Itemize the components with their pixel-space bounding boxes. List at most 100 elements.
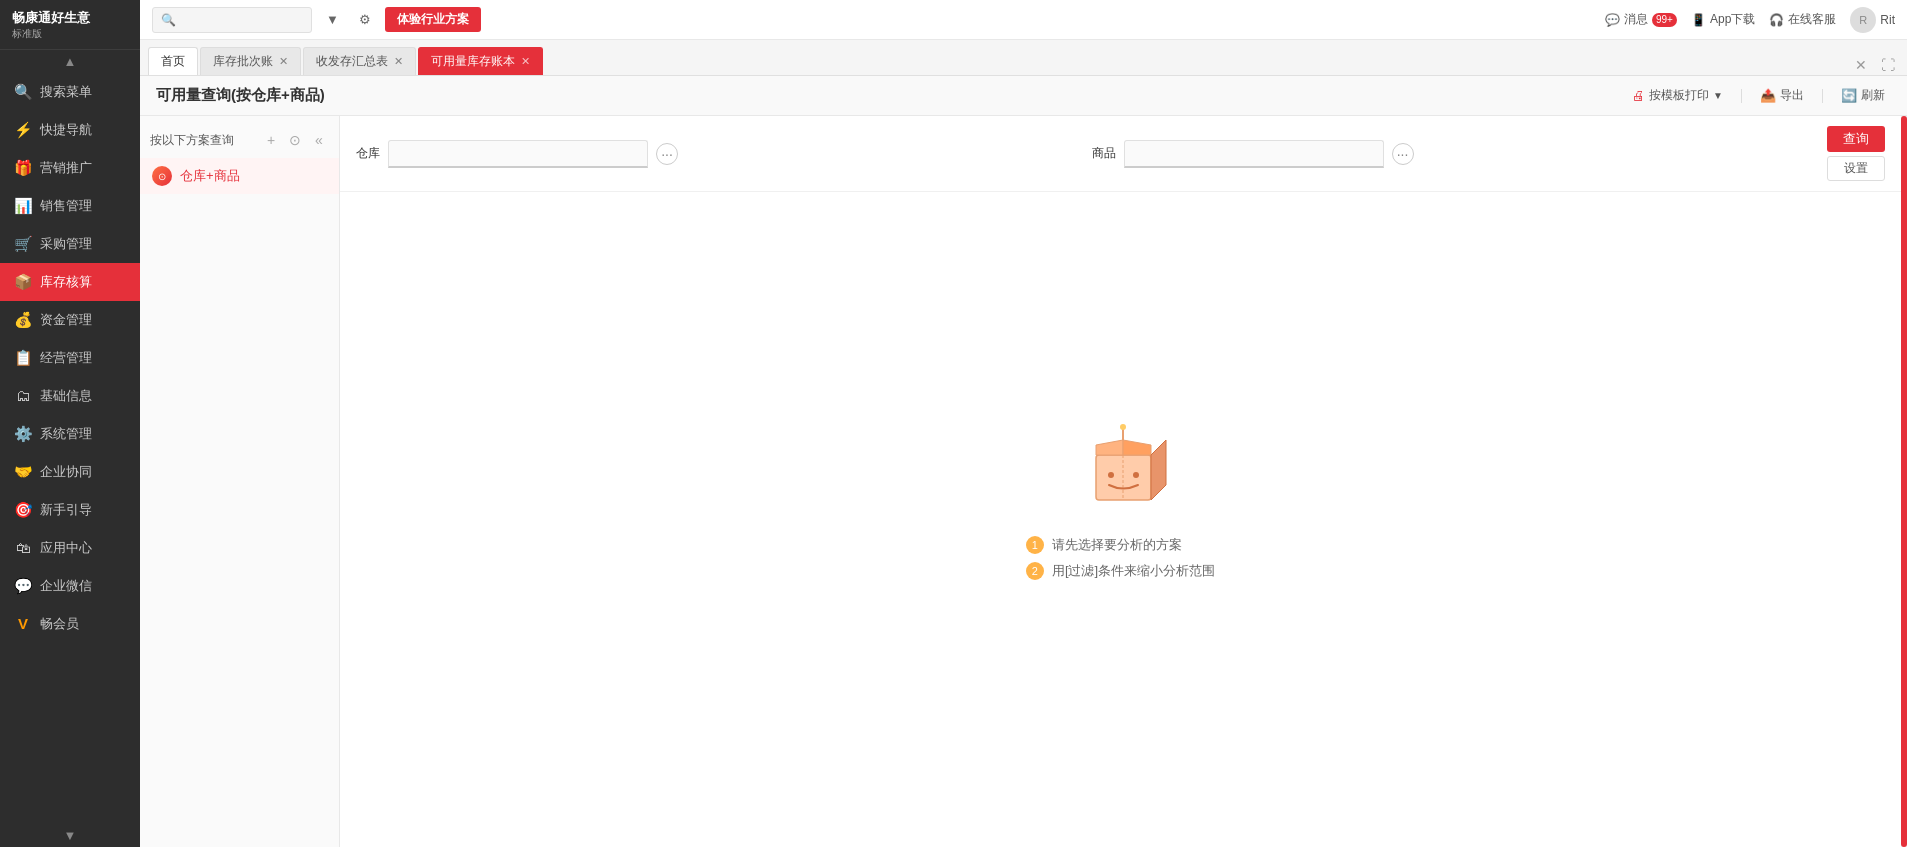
guide-icon: 🎯 bbox=[14, 501, 32, 519]
wechat-icon: 💬 bbox=[14, 577, 32, 595]
online-support-btn[interactable]: 🎧 在线客服 bbox=[1769, 11, 1836, 28]
svg-point-8 bbox=[1120, 424, 1126, 430]
tab-receive-summary[interactable]: 收发存汇总表 ✕ bbox=[303, 47, 416, 75]
scheme-panel-title: 按以下方案查询 bbox=[150, 132, 234, 149]
sidebar-label-search: 搜索菜单 bbox=[40, 83, 92, 101]
topbar: 🔍 ▼ ⚙ 体验行业方案 💬 消息 99+ 📱 App下载 🎧 在线客服 R bbox=[140, 0, 1907, 40]
sidebar-item-marketing[interactable]: 🎁 营销推广 bbox=[0, 149, 140, 187]
sidebar-scroll-up[interactable]: ▲ bbox=[0, 50, 140, 73]
tab-available-qty-close[interactable]: ✕ bbox=[521, 55, 530, 68]
tip-num-1: 1 bbox=[1026, 536, 1044, 554]
sales-icon: 📊 bbox=[14, 197, 32, 215]
print-icon: 🖨 bbox=[1632, 88, 1645, 103]
divider-1 bbox=[1741, 89, 1742, 103]
topbar-right: 💬 消息 99+ 📱 App下载 🎧 在线客服 R Rit bbox=[1605, 7, 1895, 33]
enterprise-icon: 🤝 bbox=[14, 463, 32, 481]
sidebar-label-sales: 销售管理 bbox=[40, 197, 92, 215]
refresh-btn[interactable]: 🔄 刷新 bbox=[1835, 84, 1891, 107]
app-download-label: App下载 bbox=[1710, 11, 1755, 28]
sidebar-label-marketing: 营销推广 bbox=[40, 159, 92, 177]
tab-receive-summary-close[interactable]: ✕ bbox=[394, 55, 403, 68]
sidebar-scroll-down[interactable]: ▼ bbox=[0, 824, 140, 847]
svg-point-5 bbox=[1108, 472, 1114, 478]
sidebar-item-wechat[interactable]: 💬 企业微信 bbox=[0, 567, 140, 605]
notification-label: 消息 bbox=[1624, 11, 1648, 28]
product-more-icon: ··· bbox=[1397, 146, 1409, 162]
sidebar-item-sales[interactable]: 📊 销售管理 bbox=[0, 187, 140, 225]
query-button[interactable]: 查询 bbox=[1827, 126, 1885, 152]
sidebar-label-guide: 新手引导 bbox=[40, 501, 92, 519]
scheme-item-warehouse-product[interactable]: ⊙ 仓库+商品 bbox=[140, 158, 339, 194]
sidebar-item-guide[interactable]: 🎯 新手引导 bbox=[0, 491, 140, 529]
print-btn[interactable]: 🖨 按模板打印 ▼ bbox=[1626, 84, 1729, 107]
scheme-item-label: 仓库+商品 bbox=[180, 167, 240, 185]
industry-solution-btn[interactable]: 体验行业方案 bbox=[385, 7, 481, 32]
sidebar-item-operations[interactable]: 📋 经营管理 bbox=[0, 339, 140, 377]
filter-bar: 仓库 ··· 商品 ··· 查询 设置 bbox=[340, 116, 1901, 192]
svg-marker-4 bbox=[1151, 440, 1166, 500]
operations-icon: 📋 bbox=[14, 349, 32, 367]
window-close-btn[interactable]: ✕ bbox=[1851, 55, 1871, 75]
refresh-label: 刷新 bbox=[1861, 87, 1885, 104]
tip-text-2: 用[过滤]条件来缩小分析范围 bbox=[1052, 562, 1215, 580]
sidebar-label-wechat: 企业微信 bbox=[40, 577, 92, 595]
product-more-btn[interactable]: ··· bbox=[1392, 143, 1414, 165]
scheme-settings-btn[interactable]: ⊙ bbox=[285, 130, 305, 150]
sidebar-item-system[interactable]: ⚙️ 系统管理 bbox=[0, 415, 140, 453]
tip-text-1: 请先选择要分析的方案 bbox=[1052, 536, 1182, 554]
topbar-dropdown-btn[interactable]: ▼ bbox=[320, 9, 345, 30]
column-settings-btn[interactable]: 设置 bbox=[1827, 156, 1885, 181]
divider-2 bbox=[1822, 89, 1823, 103]
sidebar-label-purchase: 采购管理 bbox=[40, 235, 92, 253]
product-filter-input[interactable] bbox=[1124, 140, 1384, 168]
scheme-collapse-btn[interactable]: « bbox=[309, 130, 329, 150]
scheme-add-btn[interactable]: + bbox=[261, 130, 281, 150]
search-bar[interactable]: 🔍 bbox=[152, 7, 312, 33]
tab-batch-account[interactable]: 库存批次账 ✕ bbox=[200, 47, 301, 75]
sidebar-item-enterprise[interactable]: 🤝 企业协同 bbox=[0, 453, 140, 491]
notification-btn[interactable]: 💬 消息 99+ bbox=[1605, 11, 1677, 28]
sidebar-item-member[interactable]: V 畅会员 bbox=[0, 605, 140, 643]
product-filter-label: 商品 bbox=[1092, 145, 1116, 162]
sidebar-item-inventory[interactable]: 📦 库存核算 bbox=[0, 263, 140, 301]
sidebar-item-quick-nav[interactable]: ⚡ 快捷导航 bbox=[0, 111, 140, 149]
svg-marker-2 bbox=[1123, 440, 1151, 455]
warehouse-filter-group: 仓库 ··· bbox=[356, 140, 1076, 168]
warehouse-icon: ⊙ bbox=[158, 171, 166, 182]
sidebar-item-search[interactable]: 🔍 搜索菜单 bbox=[0, 73, 140, 111]
app-download-btn[interactable]: 📱 App下载 bbox=[1691, 11, 1755, 28]
scheme-item-icon: ⊙ bbox=[152, 166, 172, 186]
user-menu[interactable]: R Rit bbox=[1850, 7, 1895, 33]
topbar-settings-btn[interactable]: ⚙ bbox=[353, 9, 377, 30]
filter-actions: 查询 设置 bbox=[1827, 126, 1885, 181]
sidebar-logo: 畅康通好生意 标准版 bbox=[0, 0, 140, 50]
sidebar-item-basic-info[interactable]: 🗂 基础信息 bbox=[0, 377, 140, 415]
warehouse-more-btn[interactable]: ··· bbox=[656, 143, 678, 165]
content-area: 按以下方案查询 + ⊙ « ⊙ 仓库+商品 bbox=[140, 116, 1907, 847]
support-icon: 🎧 bbox=[1769, 13, 1784, 27]
tab-home[interactable]: 首页 bbox=[148, 47, 198, 75]
sidebar-item-app-center[interactable]: 🛍 应用中心 bbox=[0, 529, 140, 567]
tab-available-qty[interactable]: 可用量库存账本 ✕ bbox=[418, 47, 543, 75]
marketing-icon: 🎁 bbox=[14, 159, 32, 177]
export-btn[interactable]: 📤 导出 bbox=[1754, 84, 1810, 107]
quick-nav-icon: ⚡ bbox=[14, 121, 32, 139]
search-icon-topbar: 🔍 bbox=[161, 13, 176, 27]
warehouse-filter-input[interactable] bbox=[388, 140, 648, 168]
sidebar-item-purchase[interactable]: 🛒 采购管理 bbox=[0, 225, 140, 263]
search-icon: 🔍 bbox=[14, 83, 32, 101]
inventory-icon: 📦 bbox=[14, 273, 32, 291]
tab-batch-account-close[interactable]: ✕ bbox=[279, 55, 288, 68]
sidebar-item-finance[interactable]: 💰 资金管理 bbox=[0, 301, 140, 339]
tip-num-2: 2 bbox=[1026, 562, 1044, 580]
window-expand-btn[interactable]: ⛶ bbox=[1877, 55, 1899, 75]
collapse-icon: « bbox=[315, 132, 323, 148]
svg-point-6 bbox=[1133, 472, 1139, 478]
sidebar-label-operations: 经营管理 bbox=[40, 349, 92, 367]
refresh-icon: 🔄 bbox=[1841, 88, 1857, 103]
settings-circle-icon: ⊙ bbox=[289, 132, 301, 148]
sidebar-label-enterprise: 企业协同 bbox=[40, 463, 92, 481]
sidebar: 畅康通好生意 标准版 ▲ 🔍 搜索菜单 ⚡ 快捷导航 🎁 营销推广 📊 销售管理… bbox=[0, 0, 140, 847]
sidebar-label-quick-nav: 快捷导航 bbox=[40, 121, 92, 139]
scheme-header-actions: + ⊙ « bbox=[261, 130, 329, 150]
